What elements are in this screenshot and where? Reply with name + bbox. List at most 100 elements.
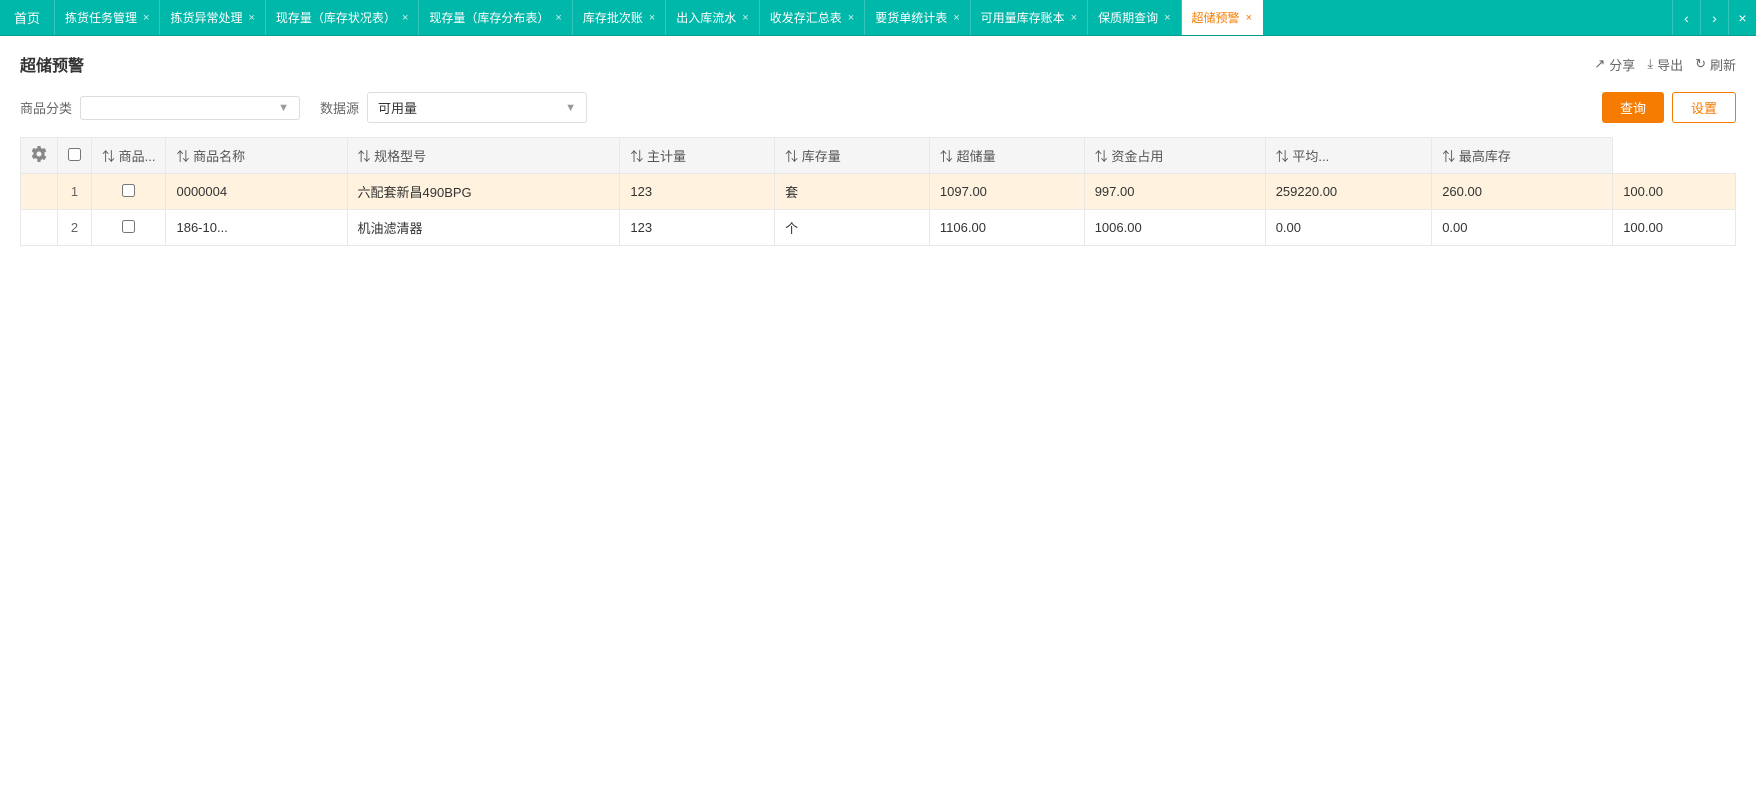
col-max-stock[interactable]: ⇅ 最高库存 — [1432, 138, 1613, 174]
nav-tab-3[interactable]: 现存量（库存分布表） × — [419, 0, 572, 35]
datasource-label: 数据源 — [320, 98, 359, 117]
page-title: 超储预警 — [20, 52, 84, 76]
settings-button[interactable]: 设置 — [1672, 92, 1736, 123]
share-button[interactable]: ↗ 分享 — [1594, 55, 1635, 74]
refresh-icon: ↻ — [1695, 56, 1706, 72]
data-table: ⇅ 商品... ⇅ 商品名称 ⇅ 规格型号 ⇅ 主计量 ⇅ 库存量 — [20, 137, 1736, 246]
close-tab-3[interactable]: × — [555, 12, 561, 24]
row-stock-1: 1106.00 — [929, 210, 1084, 246]
row-unit-1: 个 — [775, 210, 930, 246]
nav-tab-6[interactable]: 收发存汇总表 × — [760, 0, 865, 35]
col-spec[interactable]: ⇅ 规格型号 — [347, 138, 620, 174]
nav-arrows: ‹ › × — [1672, 0, 1756, 36]
nav-next-arrow[interactable]: › — [1700, 0, 1728, 36]
nav-tab-5[interactable]: 出入库流水 × — [666, 0, 759, 35]
datasource-value: 可用量 — [378, 98, 417, 117]
nav-tab-7[interactable]: 要货单统计表 × — [865, 0, 970, 35]
header-actions: ↗ 分享 ⤓ 导出 ↻ 刷新 — [1594, 55, 1736, 74]
sort-icon-spec: ⇅ — [358, 149, 371, 164]
category-select[interactable]: ▼ — [80, 96, 300, 120]
gear-icon — [31, 146, 47, 162]
col-product-name[interactable]: ⇅ 商品名称 — [166, 138, 347, 174]
nav-tab-9[interactable]: 保质期查询 × — [1088, 0, 1181, 35]
row-checkbox-0[interactable] — [122, 184, 135, 197]
nav-tab-1[interactable]: 拣货异常处理 × — [160, 0, 265, 35]
close-tab-1[interactable]: × — [248, 12, 254, 24]
row-gear-0 — [21, 174, 58, 210]
query-button[interactable]: 查询 — [1602, 92, 1664, 123]
nav-home[interactable]: 首页 — [0, 0, 55, 35]
top-nav: 首页 拣货任务管理 × 拣货异常处理 × 现存量（库存状况表） × 现存量（库存… — [0, 0, 1756, 36]
close-tab-7[interactable]: × — [953, 12, 959, 24]
row-gear-1 — [21, 210, 58, 246]
row-product-code-1: 186-10... — [166, 210, 347, 246]
table-row: 1 0000004 六配套新昌490BPG 123 套 1097.00 997.… — [21, 174, 1736, 210]
table-row: 2 186-10... 机油滤清器 123 个 1106.00 1006.00 … — [21, 210, 1736, 246]
filter-row: 商品分类 ▼ 数据源 可用量 ▼ 查询 设置 — [20, 92, 1736, 123]
close-tab-9[interactable]: × — [1164, 12, 1170, 24]
row-product-code-0: 0000004 — [166, 174, 347, 210]
row-avg-0: 260.00 — [1432, 174, 1613, 210]
nav-tab-10[interactable]: 超储预警 × — [1182, 0, 1263, 35]
sort-icon-capital: ⇅ — [1095, 149, 1108, 164]
row-checkbox-cell-1[interactable] — [92, 210, 166, 246]
close-tab-5[interactable]: × — [742, 12, 748, 24]
row-checkbox-cell-0[interactable] — [92, 174, 166, 210]
filter-actions: 查询 设置 — [1602, 92, 1736, 123]
col-gear[interactable] — [21, 138, 58, 174]
sort-icon-stock: ⇅ — [785, 149, 798, 164]
col-avg[interactable]: ⇅ 平均... — [1265, 138, 1431, 174]
row-avg-1: 0.00 — [1432, 210, 1613, 246]
col-overflow[interactable]: ⇅ 超储量 — [929, 138, 1084, 174]
close-tab-10[interactable]: × — [1246, 12, 1252, 24]
category-label: 商品分类 — [20, 98, 72, 117]
datasource-select[interactable]: 可用量 ▼ — [367, 92, 587, 123]
close-tab-2[interactable]: × — [402, 12, 408, 24]
row-product-name-1: 机油滤清器 — [347, 210, 620, 246]
row-product-name-0: 六配套新昌490BPG — [347, 174, 620, 210]
category-chevron-icon: ▼ — [278, 102, 289, 114]
col-product-code[interactable]: ⇅ 商品... — [92, 138, 166, 174]
row-stock-0: 1097.00 — [929, 174, 1084, 210]
col-capital[interactable]: ⇅ 资金占用 — [1084, 138, 1265, 174]
export-button[interactable]: ⤓ 导出 — [1647, 55, 1683, 74]
close-tab-6[interactable]: × — [848, 12, 854, 24]
nav-tab-0[interactable]: 拣货任务管理 × — [55, 0, 160, 35]
nav-close-arrow[interactable]: × — [1728, 0, 1756, 36]
col-checkbox-header[interactable] — [58, 138, 92, 174]
col-unit[interactable]: ⇅ 主计量 — [620, 138, 775, 174]
sort-icon-unit: ⇅ — [630, 149, 643, 164]
category-filter-group: 商品分类 ▼ — [20, 96, 300, 120]
nav-tab-4[interactable]: 库存批次账 × — [573, 0, 666, 35]
nav-tab-2[interactable]: 现存量（库存状况表） × — [266, 0, 419, 35]
row-num-0: 1 — [58, 174, 92, 210]
select-all-checkbox[interactable] — [68, 148, 81, 161]
row-overflow-1: 1006.00 — [1084, 210, 1265, 246]
nav-prev-arrow[interactable]: ‹ — [1672, 0, 1700, 36]
row-spec-0: 123 — [620, 174, 775, 210]
close-tab-4[interactable]: × — [649, 12, 655, 24]
refresh-button[interactable]: ↻ 刷新 — [1695, 55, 1736, 74]
share-icon: ↗ — [1594, 56, 1605, 72]
sort-icon-overflow: ⇅ — [940, 149, 953, 164]
close-tab-8[interactable]: × — [1071, 12, 1077, 24]
sort-icon-max-stock: ⇅ — [1442, 149, 1455, 164]
col-stock[interactable]: ⇅ 库存量 — [775, 138, 930, 174]
row-capital-1: 0.00 — [1265, 210, 1431, 246]
row-max-stock-0: 100.00 — [1613, 174, 1736, 210]
page-content: 超储预警 ↗ 分享 ⤓ 导出 ↻ 刷新 商品分类 ▼ 数据源 — [0, 36, 1756, 262]
nav-tab-8[interactable]: 可用量库存账本 × — [971, 0, 1088, 35]
sort-icon-product-code: ⇅ — [102, 149, 115, 164]
row-capital-0: 259220.00 — [1265, 174, 1431, 210]
datasource-filter-group: 数据源 可用量 ▼ — [320, 92, 587, 123]
row-unit-0: 套 — [775, 174, 930, 210]
row-checkbox-1[interactable] — [122, 220, 135, 233]
datasource-chevron-icon: ▼ — [565, 102, 576, 114]
sort-icon-product-name: ⇅ — [176, 149, 189, 164]
close-tab-0[interactable]: × — [143, 12, 149, 24]
row-num-1: 2 — [58, 210, 92, 246]
row-max-stock-1: 100.00 — [1613, 210, 1736, 246]
row-spec-1: 123 — [620, 210, 775, 246]
row-overflow-0: 997.00 — [1084, 174, 1265, 210]
sort-icon-avg: ⇅ — [1276, 149, 1289, 164]
